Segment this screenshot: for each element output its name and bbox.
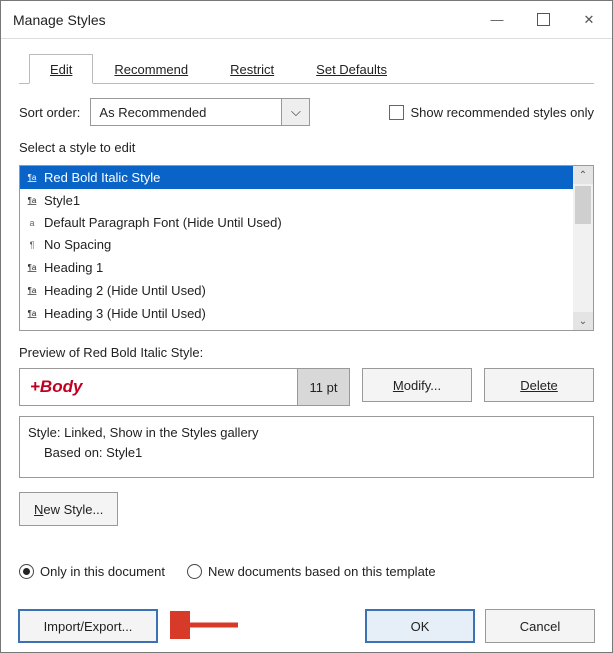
style-name: Heading 2 (Hide Until Used) (44, 282, 206, 300)
ok-button[interactable]: OK (365, 609, 475, 643)
preview-text: +Body (20, 377, 297, 397)
chevron-down-icon: ⌵ (281, 99, 309, 125)
style-name: Default Paragraph Font (Hide Until Used) (44, 214, 282, 232)
style-list-item[interactable]: ¶a Heading 3 (Hide Until Used) (20, 302, 573, 325)
tab-recommend[interactable]: Recommend (93, 54, 209, 84)
scroll-up-icon[interactable]: ⌃ (573, 166, 593, 184)
tab-restrict[interactable]: Restrict (209, 54, 295, 84)
style-name: Heading 3 (Hide Until Used) (44, 305, 206, 323)
radio-icon (187, 564, 202, 579)
style-list[interactable]: ¶a Red Bold Italic Style ¶a Style1 a Default … (19, 165, 594, 331)
style-name: Heading 1 (44, 259, 103, 277)
style-list-item[interactable]: ¶a Heading 2 (Hide Until Used) (20, 279, 573, 302)
modify-button[interactable]: Modify... (362, 368, 472, 402)
style-name: No Spacing (44, 236, 111, 254)
maximize-icon[interactable] (520, 1, 566, 39)
style-list-item[interactable]: ¶a Heading 4 (Hide Until Used) (20, 325, 573, 330)
style-list-item[interactable]: ¶a Red Bold Italic Style (20, 166, 573, 189)
tab-edit[interactable]: Edit (29, 54, 93, 84)
preview-box: +Body 11 pt (19, 368, 350, 406)
show-recommended-checkbox[interactable]: Show recommended styles only (389, 105, 594, 120)
paragraph-marker-icon: ¶a (26, 327, 38, 330)
dialog-footer: Import/Export... OK Cancel (18, 609, 595, 643)
select-style-label: Select a style to edit (19, 140, 594, 155)
style-list-item[interactable]: a Default Paragraph Font (Hide Until Used… (20, 212, 573, 234)
scope-template-radio[interactable]: New documents based on this template (187, 564, 436, 579)
paragraph-marker-icon: a (26, 214, 38, 232)
paragraph-marker-icon: ¶a (26, 168, 38, 187)
sort-order-value: As Recommended (91, 105, 281, 120)
style-list-item[interactable]: ¶a Style1 (20, 189, 573, 212)
scope-this-document-radio[interactable]: Only in this document (19, 564, 165, 579)
paragraph-marker-icon: ¶a (26, 191, 38, 210)
tab-set-defaults[interactable]: Set Defaults (295, 54, 408, 84)
style-name: Style1 (44, 192, 80, 210)
paragraph-marker-icon: ¶ (26, 236, 38, 254)
style-name: Red Bold Italic Style (44, 169, 160, 187)
window-title: Manage Styles (13, 12, 474, 28)
style-description: Style: Linked, Show in the Styles galler… (19, 416, 594, 478)
style-list-item[interactable]: ¶a Heading 1 (20, 256, 573, 279)
cancel-button[interactable]: Cancel (485, 609, 595, 643)
scrollbar[interactable]: ⌃ ⌄ (573, 166, 593, 330)
sort-order-label: Sort order: (19, 105, 80, 120)
close-icon[interactable]: ✕ (566, 1, 612, 39)
import-export-button[interactable]: Import/Export... (18, 609, 158, 643)
style-name: Heading 4 (Hide Until Used) (44, 328, 206, 331)
title-bar: Manage Styles — ✕ (1, 1, 612, 39)
sort-order-combo[interactable]: As Recommended ⌵ (90, 98, 310, 126)
checkbox-icon (389, 105, 404, 120)
preview-label: Preview of Red Bold Italic Style: (19, 345, 594, 360)
desc-line-1: Style: Linked, Show in the Styles galler… (28, 423, 585, 443)
new-style-button[interactable]: New Style... (19, 492, 118, 526)
tab-bar: Edit Recommend Restrict Set Defaults (19, 53, 594, 84)
radio-selected-icon (19, 564, 34, 579)
scroll-down-icon[interactable]: ⌄ (573, 312, 593, 330)
paragraph-marker-icon: ¶a (26, 258, 38, 277)
paragraph-marker-icon: ¶a (26, 304, 38, 323)
preview-size: 11 pt (297, 369, 349, 405)
style-list-item[interactable]: ¶ No Spacing (20, 234, 573, 256)
desc-line-2: Based on: Style1 (28, 443, 585, 463)
minimize-icon[interactable]: — (474, 1, 520, 39)
paragraph-marker-icon: ¶a (26, 281, 38, 300)
scroll-thumb[interactable] (575, 186, 591, 224)
delete-button[interactable]: Delete (484, 368, 594, 402)
